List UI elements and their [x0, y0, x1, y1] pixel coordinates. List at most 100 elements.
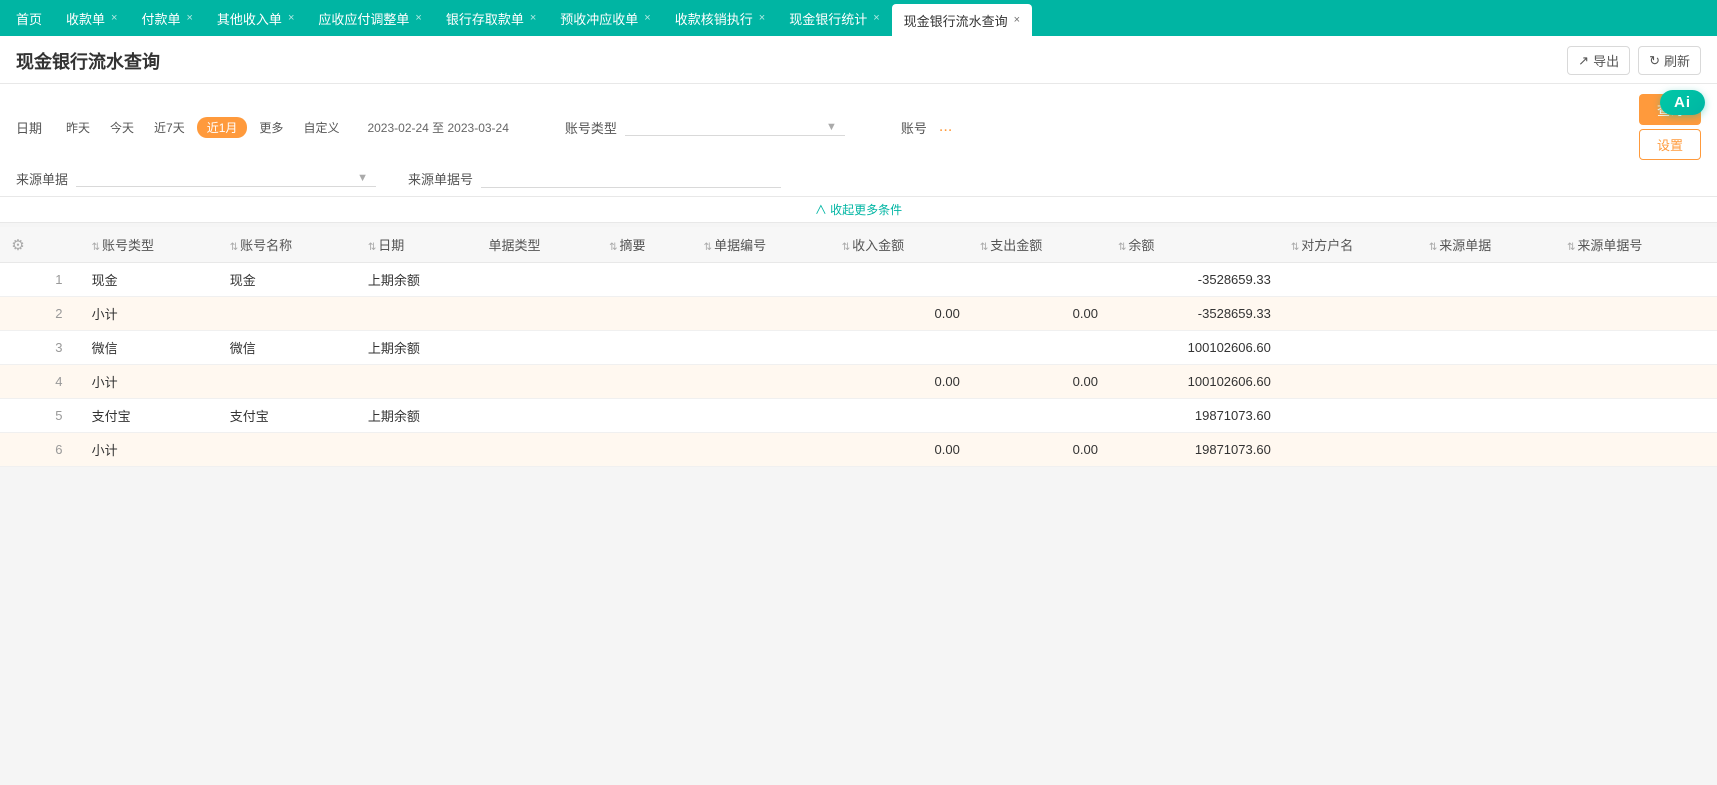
nav-item-home[interactable]: 首页 [4, 0, 54, 36]
table-cell [220, 365, 358, 399]
table-cell: 上期余额 [358, 331, 479, 365]
th-source-doc-no[interactable]: ⇅来源单据号 [1557, 227, 1717, 263]
table-cell [694, 399, 832, 433]
table-cell [478, 365, 599, 399]
nav-item-payment[interactable]: 付款单× [129, 0, 204, 36]
table-cell: -3528659.33 [1108, 263, 1281, 297]
close-icon[interactable]: × [111, 12, 117, 24]
settings-button[interactable]: 设置 [1639, 129, 1701, 160]
source-doc-label: 来源单据 [16, 169, 68, 188]
close-icon[interactable]: × [530, 12, 536, 24]
table-cell [358, 365, 479, 399]
close-icon[interactable]: × [873, 12, 879, 24]
table-cell [694, 263, 832, 297]
ai-badge[interactable]: Ai [1660, 90, 1705, 115]
table-cell: 小计 [82, 297, 220, 331]
th-balance[interactable]: ⇅余额 [1108, 227, 1281, 263]
date-option-更多[interactable]: 更多 [251, 117, 291, 138]
close-icon[interactable]: × [1014, 14, 1020, 26]
close-icon[interactable]: × [186, 12, 192, 24]
table-cell [970, 331, 1108, 365]
date-option-自定义[interactable]: 自定义 [295, 117, 347, 138]
table-cell: 小计 [82, 433, 220, 467]
account-type-label: 账号类型 [565, 118, 617, 137]
source-doc-no-group: 来源单据号 [408, 168, 781, 188]
th-source-doc[interactable]: ⇅来源单据 [1419, 227, 1557, 263]
account-label: 账号 [901, 118, 927, 137]
table-cell [1557, 365, 1717, 399]
account-type-filter: 账号类型 ▼ [565, 118, 845, 137]
table-cell: 现金 [220, 263, 358, 297]
th-account-name[interactable]: ⇅账号名称 [220, 227, 358, 263]
nav-item-verify[interactable]: 收款核销执行× [663, 0, 777, 36]
table-cell: 3 [36, 331, 82, 365]
table-cell [478, 331, 599, 365]
close-icon[interactable]: × [415, 12, 421, 24]
table-cell [599, 331, 694, 365]
table-cell [599, 365, 694, 399]
date-option-近7天[interactable]: 近7天 [146, 117, 193, 138]
th-summary[interactable]: ⇅摘要 [599, 227, 694, 263]
close-icon[interactable]: × [759, 12, 765, 24]
table-cell: 微信 [220, 331, 358, 365]
th-counterpart[interactable]: ⇅对方户名 [1281, 227, 1419, 263]
date-option-近1月[interactable]: 近1月 [197, 117, 248, 138]
th-doc-type: 单据类型 [478, 227, 599, 263]
table-wrapper: ⚙ ⇅账号类型 ⇅账号名称 ⇅日期 单据类型 ⇅摘要 ⇅单据编号 ⇅收入金额 ⇅… [0, 227, 1717, 467]
table-cell: 上期余额 [358, 263, 479, 297]
table-cell [970, 399, 1108, 433]
th-date[interactable]: ⇅日期 [358, 227, 479, 263]
nav-item-prepayment[interactable]: 预收冲应收单× [548, 0, 662, 36]
table-row: 6小计0.000.0019871073.60 [0, 433, 1717, 467]
close-icon[interactable]: × [644, 12, 650, 24]
table-cell [1281, 365, 1419, 399]
table-row: 5支付宝支付宝上期余额19871073.60 [0, 399, 1717, 433]
date-option-昨天[interactable]: 昨天 [58, 117, 98, 138]
close-icon[interactable]: × [288, 12, 294, 24]
source-doc-no-label: 来源单据号 [408, 169, 473, 188]
table-cell: 5 [36, 399, 82, 433]
th-no [36, 227, 82, 263]
nav-item-other-income[interactable]: 其他收入单× [205, 0, 306, 36]
th-doc-no[interactable]: ⇅单据编号 [694, 227, 832, 263]
table-cell [220, 433, 358, 467]
source-doc-select[interactable]: ▼ [76, 170, 376, 187]
table-cell [599, 433, 694, 467]
table-cell [1281, 399, 1419, 433]
th-account-type[interactable]: ⇅账号类型 [82, 227, 220, 263]
date-option-今天[interactable]: 今天 [102, 117, 142, 138]
th-expense[interactable]: ⇅支出金额 [970, 227, 1108, 263]
source-doc-no-input[interactable] [481, 168, 781, 188]
table-cell: 19871073.60 [1108, 399, 1281, 433]
account-dots-button[interactable]: ... [939, 118, 952, 136]
table-cell: 0.00 [832, 433, 970, 467]
main-table: ⚙ ⇅账号类型 ⇅账号名称 ⇅日期 单据类型 ⇅摘要 ⇅单据编号 ⇅收入金额 ⇅… [0, 227, 1717, 467]
table-cell: 0.00 [832, 365, 970, 399]
header-actions: ↗ 导出 ↻ 刷新 [1567, 46, 1701, 75]
gear-icon[interactable]: ⚙ [11, 237, 24, 254]
table-cell: 4 [36, 365, 82, 399]
table-cell [694, 331, 832, 365]
top-nav: 首页收款单×付款单×其他收入单×应收应付调整单×银行存取款单×预收冲应收单×收款… [0, 0, 1717, 36]
account-type-select[interactable]: ▼ [625, 119, 845, 136]
export-button[interactable]: ↗ 导出 [1567, 46, 1630, 75]
table-cell [1557, 297, 1717, 331]
nav-item-bank-deposit[interactable]: 银行存取款单× [434, 0, 548, 36]
refresh-button[interactable]: ↻ 刷新 [1638, 46, 1701, 75]
nav-item-receipt[interactable]: 收款单× [54, 0, 129, 36]
nav-item-cash-stat[interactable]: 现金银行统计× [777, 0, 891, 36]
table-cell [1281, 331, 1419, 365]
nav-item-cash-flow[interactable]: 现金银行流水查询× [892, 4, 1032, 36]
table-cell [1557, 331, 1717, 365]
table-cell [1557, 263, 1717, 297]
table-cell: 1 [36, 263, 82, 297]
date-label: 日期 [16, 118, 42, 137]
collapse-bar[interactable]: ∧ 收起更多条件 [0, 197, 1717, 223]
nav-item-ar-ap-adjust[interactable]: 应收应付调整单× [306, 0, 433, 36]
th-income[interactable]: ⇅收入金额 [832, 227, 970, 263]
table-cell: 6 [36, 433, 82, 467]
table-cell [0, 365, 36, 399]
table-cell: 现金 [82, 263, 220, 297]
table-cell [0, 263, 36, 297]
table-cell [0, 297, 36, 331]
